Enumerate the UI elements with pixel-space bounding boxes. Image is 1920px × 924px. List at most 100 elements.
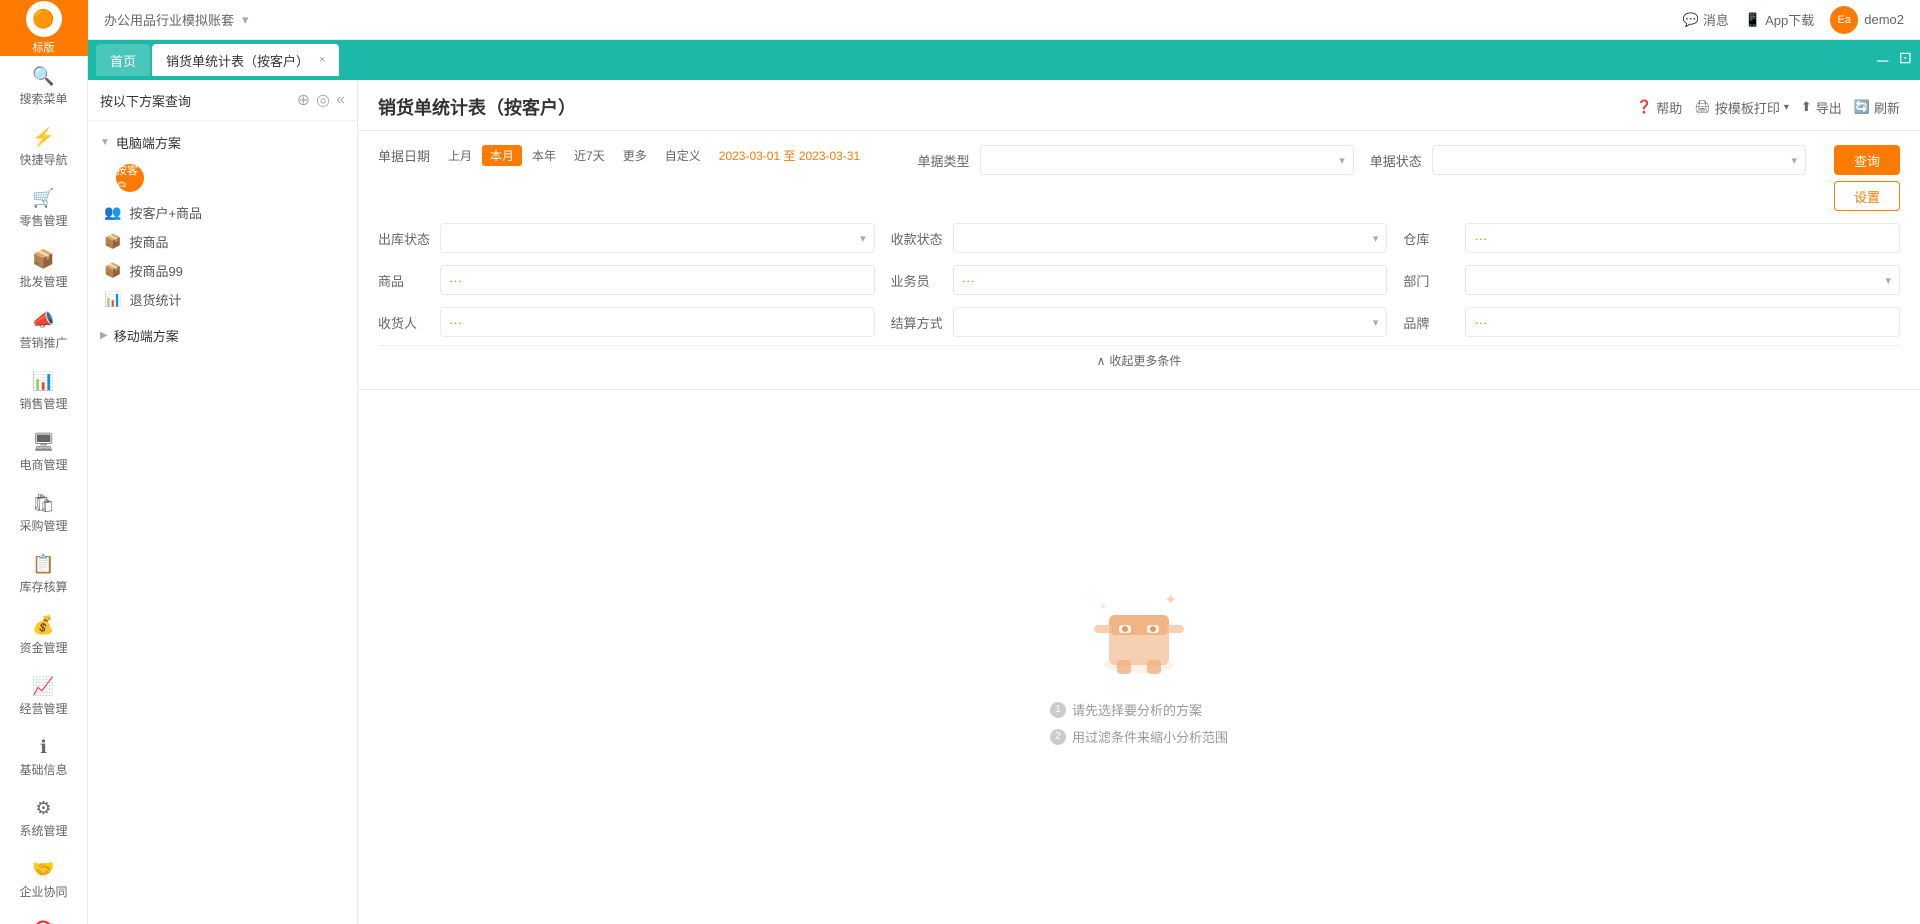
sidebar-item-sales[interactable]: 📊 销售管理 [0,361,87,422]
sidebar-item-enterprise[interactable]: 🤝 企业协同 [0,849,87,910]
settlement-filter: 结算方式 ▾ [891,307,1388,337]
date-filter-group: 单据日期 上月 本月 本年 近7天 更多 自定义 2023-03-01 至 20… [378,145,902,166]
help-icon: ❓ [1636,99,1652,115]
collapse-bar[interactable]: ∧ 收起更多条件 [378,346,1900,375]
settings-btn[interactable]: 设置 [1834,181,1900,211]
sidebar-item-label: 批发管理 [19,273,67,290]
wholesale-icon: 📦 [32,249,54,270]
window-minimize-btn[interactable]: － [1875,48,1891,72]
payment-status-label: 收款状态 [891,229,947,248]
window-maximize-btn[interactable]: ⊡ [1899,48,1912,72]
app-download-btn[interactable]: 📱 App下载 [1745,10,1814,29]
main-area: 办公用品行业模拟账套 ▾ 💬 消息 📱 App下载 Ea demo2 首页 [88,0,1920,924]
settlement-chevron: ▾ [1373,316,1379,329]
out-status-select[interactable]: ▾ [440,223,875,253]
receiver-select[interactable]: ··· [440,307,875,337]
payment-status-select[interactable]: ▾ [953,223,1388,253]
page-title: 销货单统计表（按客户） [378,94,576,120]
export-label: 导出 [1816,98,1842,117]
left-panel-actions: ⊕ ◎ « [297,90,345,110]
collapse-panel-btn[interactable]: « [336,91,345,109]
sidebar-item-finance[interactable]: 💰 资金管理 [0,605,87,666]
refresh-btn[interactable]: 🔄 刷新 [1854,98,1900,117]
sidebar-item-search[interactable]: 🔍 搜索菜单 [0,56,87,117]
print-label: 按模板打印 [1715,98,1780,117]
sidebar-item-retail[interactable]: 🛒 零售管理 [0,178,87,239]
date-buttons: 上月 本月 本年 近7天 更多 自定义 [440,145,709,166]
department-label: 部门 [1403,271,1459,290]
filter-area: 单据日期 上月 本月 本年 近7天 更多 自定义 2023-03-01 至 20… [358,131,1920,390]
date-7days-btn[interactable]: 近7天 [566,145,613,166]
sidebar-item-ecommerce[interactable]: 🖥 电商管理 [0,422,87,483]
sidebar-item-label: 系统管理 [19,822,67,839]
date-current-year-btn[interactable]: 本年 [524,145,564,166]
user-initials: Ea [1838,14,1851,26]
scheme-return-stats[interactable]: 📊 退货统计 [88,285,357,314]
svg-text:✦: ✦ [1164,592,1177,609]
dropdown-icon[interactable]: ▾ [242,12,249,28]
date-label: 单据日期 [378,146,434,165]
product-filter: 商品 ··· [378,265,875,295]
message-label: 消息 [1703,10,1729,29]
warehouse-select[interactable]: ··· [1465,223,1900,253]
sidebar-item-inventory[interactable]: 📋 库存核算 [0,544,87,605]
user-area[interactable]: Ea demo2 [1830,6,1904,34]
scheme-by-product[interactable]: 📦 按商品 [88,227,357,256]
mobile-section-header[interactable]: ▶ 移动端方案 [88,320,357,351]
enterprise-icon: 🤝 [32,859,54,880]
sidebar-item-wholesale[interactable]: 📦 批发管理 [0,239,87,300]
tab-active[interactable]: 销货单统计表（按客户） × [152,44,339,76]
sidebar-item-operations[interactable]: 📈 经营管理 [0,666,87,727]
search-icon: 🔍 [32,66,54,87]
scheme-by-product-99[interactable]: 📦 按商品99 [88,256,357,285]
sidebar-item-purchase[interactable]: 🛍 采购管理 [0,483,87,544]
mobile-section-label: 移动端方案 [114,326,179,345]
salesperson-select[interactable]: ··· [953,265,1388,295]
tab-bar-right: － ⊡ [1875,48,1912,72]
doc-type-select[interactable]: ▾ [980,145,1354,175]
print-icon: 🖨 [1694,99,1711,115]
sidebar-item-newbie[interactable]: 🎯 新手引导 [0,910,87,924]
brand-dots: ··· [1474,315,1487,330]
tab-home[interactable]: 首页 [96,44,150,76]
sidebar-item-marketing[interactable]: 📣 营销推广 [0,300,87,361]
sidebar-item-basic[interactable]: ℹ 基础信息 [0,727,87,788]
date-last-month-btn[interactable]: 上月 [440,145,480,166]
department-select[interactable]: ▾ [1465,265,1900,295]
date-current-month-btn[interactable]: 本月 [482,145,522,166]
doc-type-filter: 单据类型 ▾ [918,145,1354,175]
print-btn[interactable]: 🖨 按模板打印 ▾ [1694,98,1789,117]
tab-close-btn[interactable]: × [319,54,325,66]
date-more-btn[interactable]: 更多 [615,145,655,166]
settlement-select[interactable]: ▾ [953,307,1388,337]
left-panel: 按以下方案查询 ⊕ ◎ « ▼ 电脑端方案 按客户 [88,80,358,924]
product-select[interactable]: ··· [440,265,875,295]
doc-status-select[interactable]: ▾ [1432,145,1806,175]
empty-illustration: ✦ ✦ [1079,560,1199,680]
scheme-by-customer-product[interactable]: 👥 按客户+商品 [88,198,357,227]
help-btn[interactable]: ❓ 帮助 [1636,98,1682,117]
sidebar-item-label: 营销推广 [19,334,67,351]
edit-scheme-btn[interactable]: ◎ [316,90,330,110]
mobile-arrow-icon: ▶ [100,330,108,341]
scheme-by-customer[interactable]: 按客户 [88,158,357,198]
date-custom-btn[interactable]: 自定义 [657,145,709,166]
sidebar-item-system[interactable]: ⚙ 系统管理 [0,788,87,849]
brand-label: 品牌 [1403,313,1459,332]
salesperson-dots: ··· [962,273,975,288]
by-product-icon: 📦 [104,233,121,250]
right-panel: 销货单统计表（按客户） ❓ 帮助 🖨 按模板打印 ▾ ⬆ 导出 [358,80,1920,924]
warehouse-filter: 仓库 ··· [1403,223,1900,253]
filter-row-3: 商品 ··· 业务员 ··· 部门 [378,265,1900,295]
sidebar-item-quick[interactable]: ⚡ 快捷导航 [0,117,87,178]
message-btn[interactable]: 💬 消息 [1683,10,1729,29]
basic-icon: ℹ [40,737,47,758]
export-btn[interactable]: ⬆ 导出 [1801,98,1842,117]
export-icon: ⬆ [1801,99,1812,115]
add-scheme-btn[interactable]: ⊕ [297,90,310,110]
query-btn[interactable]: 查询 [1834,145,1900,175]
brand-select[interactable]: ··· [1465,307,1900,337]
ecommerce-icon: 🖥 [32,432,55,453]
desktop-section-header[interactable]: ▼ 电脑端方案 [88,127,357,158]
purchase-icon: 🛍 [32,493,55,514]
